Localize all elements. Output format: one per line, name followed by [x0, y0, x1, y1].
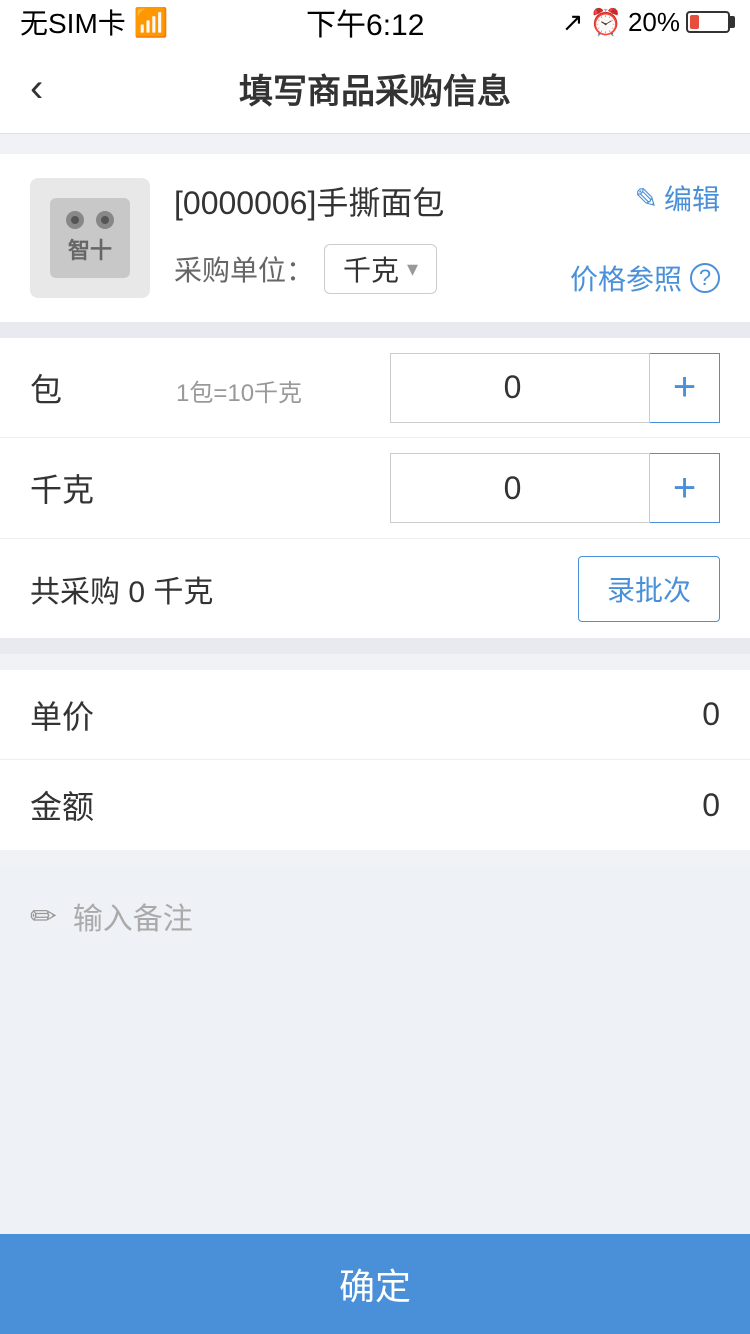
chevron-down-icon: ▾	[407, 256, 418, 282]
unit-label: 采购单位：	[174, 249, 314, 289]
battery-icon	[686, 11, 730, 33]
nav-bar: ‹ 填写商品采购信息	[0, 44, 750, 134]
product-card: 智十 [0000006]手撕面包 采购单位： 千克 ▾ ✎ 编辑 价格参照 ?	[0, 154, 750, 322]
time-label: 下午6:12	[306, 0, 424, 44]
edit-icon: ✎	[635, 182, 658, 215]
owl-eye-right	[96, 211, 114, 229]
product-logo: 智十	[50, 198, 130, 278]
owl-text: 智十	[68, 233, 112, 265]
bao-input[interactable]	[390, 353, 650, 423]
location-icon: ↗	[562, 7, 584, 38]
bao-label: 包	[30, 365, 170, 411]
battery-percent: 20%	[628, 7, 680, 38]
owl-eye-left	[66, 211, 84, 229]
owl-pupil-left	[71, 216, 79, 224]
kg-label: 千克	[30, 465, 170, 511]
divider-2	[0, 638, 750, 654]
price-ref-label: 价格参照	[570, 258, 682, 298]
total-section: 共采购 0 千克 录批次	[0, 538, 750, 638]
status-left: 无SIM卡 📶	[20, 2, 169, 42]
record-batch-button[interactable]: 录批次	[578, 556, 720, 622]
carrier-label: 无SIM卡	[20, 2, 126, 42]
product-image: 智十	[30, 178, 150, 298]
remark-placeholder: 输入备注	[73, 894, 193, 938]
status-right: ↗ ⏰ 20%	[562, 7, 730, 38]
total-value: 0	[128, 576, 145, 609]
info-icon: ?	[690, 263, 720, 293]
unit-value: 千克	[343, 249, 399, 289]
kg-input[interactable]	[390, 453, 650, 523]
divider-1	[0, 322, 750, 338]
amount-row: 金额 0	[0, 760, 750, 850]
battery-fill	[690, 15, 699, 29]
input-section: 包 1包=10千克 + 千克 +	[0, 338, 750, 538]
kg-plus-button[interactable]: +	[650, 453, 720, 523]
unit-price-value: 0	[702, 696, 720, 733]
price-ref-button[interactable]: 价格参照 ?	[570, 258, 720, 298]
alarm-icon: ⏰	[590, 7, 622, 38]
remark-section[interactable]: ✏ 输入备注	[0, 866, 750, 966]
confirm-button[interactable]: 确定	[0, 1234, 750, 1334]
kg-label-group: 千克	[30, 465, 170, 511]
page-title: 填写商品采购信息	[239, 64, 511, 113]
edit-button[interactable]: ✎ 编辑	[635, 178, 720, 218]
bao-label-group: 包 1包=10千克	[30, 365, 302, 411]
bao-field-wrapper: +	[302, 353, 720, 423]
back-button[interactable]: ‹	[30, 66, 90, 111]
owl-eyes	[66, 211, 114, 229]
amount-value: 0	[702, 787, 720, 824]
total-label: 共采购 0 千克	[30, 567, 213, 611]
unit-price-row: 单价 0	[0, 670, 750, 760]
status-bar: 无SIM卡 📶 下午6:12 ↗ ⏰ 20%	[0, 0, 750, 44]
price-section: 单价 0 金额 0	[0, 670, 750, 850]
pencil-icon: ✏	[30, 897, 57, 935]
total-unit: 千克	[153, 576, 213, 609]
bao-input-row: 包 1包=10千克 +	[0, 338, 750, 438]
edit-label: 编辑	[664, 178, 720, 218]
unit-dropdown[interactable]: 千克 ▾	[324, 244, 437, 294]
amount-label: 金额	[30, 782, 94, 828]
owl-pupil-right	[101, 216, 109, 224]
kg-input-row: 千克 +	[0, 438, 750, 538]
bao-sub-label: 1包=10千克	[176, 373, 302, 408]
wifi-icon: 📶	[134, 6, 169, 39]
bao-plus-button[interactable]: +	[650, 353, 720, 423]
kg-field-wrapper: +	[170, 453, 720, 523]
unit-price-label: 单价	[30, 692, 94, 738]
